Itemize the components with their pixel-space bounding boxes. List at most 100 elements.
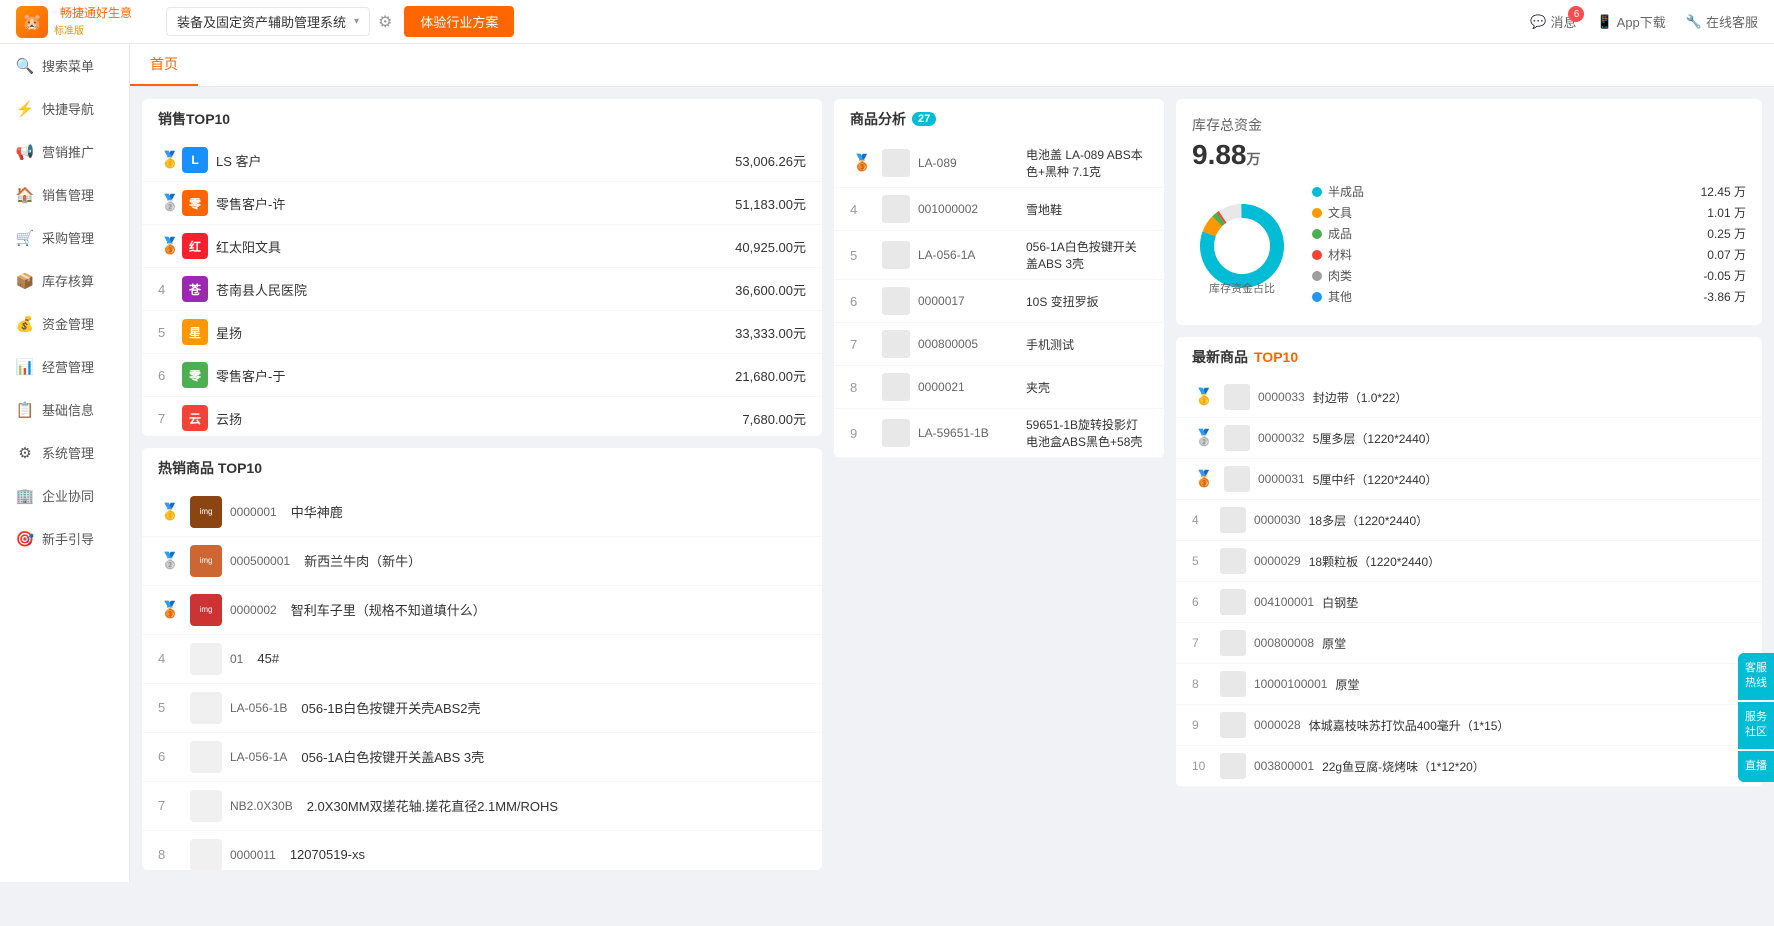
quick-nav-icon: ⚡	[16, 100, 34, 118]
customer-avatar-3: 红	[182, 233, 208, 259]
customer-amount-5: 33,333.00元	[735, 323, 806, 342]
sidebar-item-marketing[interactable]: 📢 营销推广	[0, 130, 129, 173]
sidebar-item-label: 营销推广	[42, 142, 94, 161]
product-name-2: 新西兰牛肉（新牛）	[304, 551, 421, 570]
new-product-name-3: 5厘中纤（1220*2440）	[1313, 471, 1438, 488]
sidebar-item-search[interactable]: 🔍 搜索菜单	[0, 44, 129, 87]
sales-rank-medal-3: 🥉	[850, 153, 874, 173]
product-name-5: 056-1B白色按键开关壳ABS2壳	[301, 698, 480, 717]
product-row-8: 8 0000011 12070519-xs	[142, 831, 822, 870]
rank-num-5: 5	[158, 325, 182, 340]
sidebar-item-label: 企业协同	[42, 486, 94, 505]
right-panel: 库存总资金 9.88万	[1176, 99, 1762, 870]
new-product-code-2: 0000032	[1258, 431, 1305, 445]
product-code-8: 0000011	[230, 848, 276, 862]
new-product-rank-1: 🥇	[1192, 387, 1216, 407]
legend-name-2: 文具	[1328, 204, 1352, 221]
sidebar-item-basic-info[interactable]: 📋 基础信息	[0, 388, 129, 431]
new-product-code-7: 000800008	[1254, 636, 1314, 650]
new-product-name-6: 白钢垫	[1322, 594, 1358, 611]
product-thumb-8	[190, 839, 222, 870]
message-button[interactable]: 💬 消息 6	[1530, 12, 1576, 31]
sales-rank-code-7: 000800005	[918, 337, 1018, 351]
sales-rank-num-5: 5	[850, 248, 874, 263]
float-buttons: 客服热线 服务社区 直播	[1738, 653, 1774, 782]
customer-amount-1: 53,006.26元	[735, 151, 806, 170]
customer-amount-3: 40,925.00元	[735, 237, 806, 256]
legend-value-6: -3.86 万	[1703, 288, 1746, 305]
product-name-4: 45#	[257, 651, 279, 666]
customer-row-2: 🥈 零 零售客户-许 51,183.00元	[142, 182, 822, 225]
main-content: 首页 销售TOP10 🥇 L LS 客户 53,006.26元 🥈 零	[130, 44, 1774, 882]
customer-name-2: 零售客户-许	[216, 194, 735, 213]
new-products-label: 最新商品	[1192, 347, 1248, 367]
sidebar-item-sales[interactable]: 🏠 销售管理	[0, 173, 129, 216]
float-btn-community[interactable]: 服务社区	[1738, 702, 1774, 749]
top-customers-panel: 销售TOP10 🥇 L LS 客户 53,006.26元 🥈 零 零售客户-许 …	[142, 99, 822, 436]
online-service-button[interactable]: 🔧 在线客服	[1686, 12, 1758, 31]
sidebar-item-quick-nav[interactable]: ⚡ 快捷导航	[0, 87, 129, 130]
new-product-row-3: 🥉 0000031 5厘中纤（1220*2440）	[1176, 459, 1762, 500]
new-product-code-10: 003800001	[1254, 759, 1314, 773]
sales-rank-thumb-8	[882, 373, 910, 401]
new-product-code-5: 0000029	[1254, 554, 1301, 568]
sales-rank-num-7: 7	[850, 337, 874, 352]
sidebar-item-inventory[interactable]: 📦 库存核算	[0, 259, 129, 302]
product-code-5: LA-056-1B	[230, 701, 287, 715]
header-logo: 🐹 畅捷通好生意 标准版	[16, 6, 146, 38]
legend-value-4: 0.07 万	[1707, 246, 1746, 263]
new-product-code-3: 0000031	[1258, 472, 1305, 486]
new-product-row-8: 8 10000100001 原堂	[1176, 664, 1762, 705]
phone-icon: 📱	[1596, 14, 1612, 30]
sidebar-item-guide[interactable]: 🎯 新手引导	[0, 517, 129, 560]
new-product-thumb-6	[1220, 589, 1246, 615]
new-product-name-8: 原堂	[1335, 676, 1359, 693]
inventory-icon: 📦	[16, 272, 34, 290]
new-product-code-1: 0000033	[1258, 390, 1305, 404]
top-customers-label: 销售TOP10	[158, 109, 230, 129]
customer-row-1: 🥇 L LS 客户 53,006.26元	[142, 139, 822, 182]
sales-rank-code-9: LA-59651-1B	[918, 426, 1018, 440]
new-product-rank-10: 10	[1192, 759, 1212, 773]
sales-icon: 🏠	[16, 186, 34, 204]
product-code-4: 01	[230, 652, 243, 666]
sales-rank-badge: 27	[912, 112, 936, 126]
float-btn-service[interactable]: 客服热线	[1738, 653, 1774, 700]
new-product-name-2: 5厘多层（1220*2440）	[1313, 430, 1438, 447]
trial-button[interactable]: 体验行业方案	[404, 6, 514, 37]
inventory-panel: 库存总资金 9.88万	[1176, 99, 1762, 325]
sales-rank-num-9: 9	[850, 426, 874, 441]
product-thumb-7	[190, 790, 222, 822]
logo-text: 畅捷通好生意	[60, 6, 132, 22]
sidebar-item-purchase[interactable]: 🛒 采购管理	[0, 216, 129, 259]
sidebar-item-system[interactable]: ⚙ 系统管理	[0, 431, 129, 474]
sidebar-item-finance[interactable]: 💰 资金管理	[0, 302, 129, 345]
sidebar-item-operations[interactable]: 📊 经营管理	[0, 345, 129, 388]
sidebar-item-enterprise[interactable]: 🏢 企业协同	[0, 474, 129, 517]
tab-home[interactable]: 首页	[130, 44, 198, 86]
product-rank-1: 🥇	[158, 502, 182, 522]
sidebar-item-label: 基础信息	[42, 400, 94, 419]
guide-icon: 🎯	[16, 530, 34, 548]
legend-item-4: 材料 0.07 万	[1312, 246, 1746, 263]
customer-row-6: 6 零 零售客户-于 21,680.00元	[142, 354, 822, 397]
sales-rank-name-7: 手机测试	[1026, 336, 1148, 353]
product-name-7: 2.0X30MM双搓花轴.搓花直径2.1MM/ROHS	[307, 796, 558, 815]
service-icon: 🔧	[1686, 14, 1702, 30]
new-product-thumb-1	[1224, 384, 1250, 410]
logo-icon: 🐹	[16, 6, 48, 38]
settings-icon[interactable]: ⚙	[378, 12, 392, 32]
new-product-thumb-5	[1220, 548, 1246, 574]
product-thumb-4	[190, 643, 222, 675]
new-product-row-7: 7 000800008 原堂	[1176, 623, 1762, 664]
system-selector[interactable]: 装备及固定资产辅助管理系统 ▾	[166, 7, 370, 36]
product-thumb-6	[190, 741, 222, 773]
legend-name-1: 半成品	[1328, 183, 1364, 200]
float-btn-live[interactable]: 直播	[1738, 751, 1774, 782]
product-rank-2: 🥈	[158, 551, 182, 571]
new-product-thumb-10	[1220, 753, 1246, 779]
customer-amount-6: 21,680.00元	[735, 366, 806, 385]
product-row-5: 5 LA-056-1B 056-1B白色按键开关壳ABS2壳	[142, 684, 822, 733]
app-download-button[interactable]: 📱 App下载	[1596, 12, 1665, 31]
product-row-2: 🥈 img 000500001 新西兰牛肉（新牛）	[142, 537, 822, 586]
